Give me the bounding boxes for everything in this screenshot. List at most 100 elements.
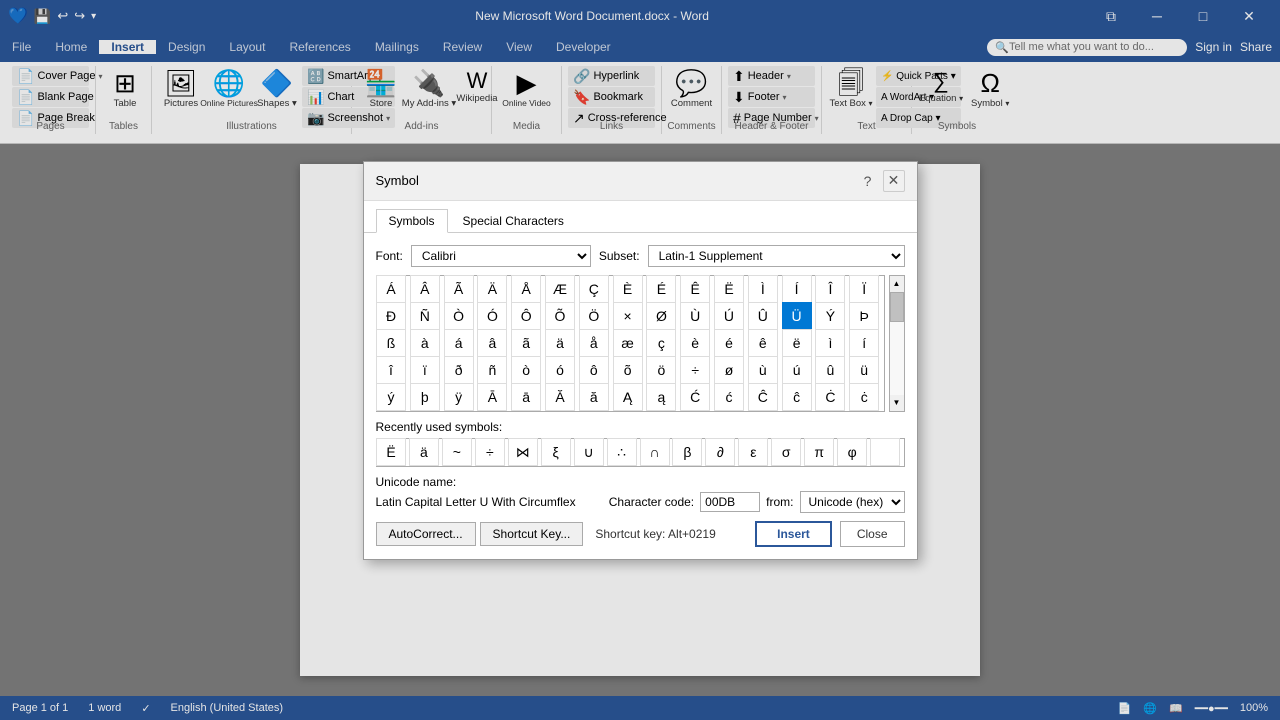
- symbol-cell[interactable]: Ă: [545, 383, 575, 411]
- font-select[interactable]: Calibri: [411, 245, 591, 267]
- symbol-cell[interactable]: Å: [511, 275, 541, 303]
- symbol-cell[interactable]: Ô: [511, 302, 541, 330]
- subset-select[interactable]: Latin-1 Supplement: [648, 245, 905, 267]
- recent-symbol-cell[interactable]: φ: [837, 438, 867, 466]
- symbol-cell[interactable]: Ï: [849, 275, 879, 303]
- symbol-cell[interactable]: è: [680, 329, 710, 357]
- symbol-cell[interactable]: ù: [748, 356, 778, 384]
- symbol-cell[interactable]: ô: [579, 356, 609, 384]
- recent-symbol-cell[interactable]: Ë: [376, 438, 406, 466]
- symbol-cell[interactable]: ü: [849, 356, 879, 384]
- tab-symbols[interactable]: Symbols: [376, 209, 448, 233]
- symbol-cell[interactable]: Ð: [376, 302, 406, 330]
- symbol-cell[interactable]: ý: [376, 383, 406, 411]
- symbol-cell[interactable]: Ë: [714, 275, 744, 303]
- symbol-cell[interactable]: Ø: [646, 302, 676, 330]
- symbol-cell[interactable]: Â: [410, 275, 440, 303]
- symbol-cell[interactable]: Á: [376, 275, 406, 303]
- symbol-cell[interactable]: ×: [613, 302, 643, 330]
- symbol-cell[interactable]: Ä: [477, 275, 507, 303]
- recent-symbol-cell[interactable]: ⋈: [508, 438, 538, 466]
- symbol-cell[interactable]: Û: [748, 302, 778, 330]
- symbol-cell[interactable]: ā: [511, 383, 541, 411]
- symbol-cell[interactable]: Ü: [782, 302, 812, 330]
- recent-symbol-cell[interactable]: ∩: [640, 438, 670, 466]
- recent-symbol-cell[interactable]: ∪: [574, 438, 604, 466]
- symbol-cell[interactable]: å: [579, 329, 609, 357]
- symbol-cell[interactable]: à: [410, 329, 440, 357]
- symbol-cell[interactable]: ä: [545, 329, 575, 357]
- symbol-cell[interactable]: ß: [376, 329, 406, 357]
- symbol-cell[interactable]: ñ: [477, 356, 507, 384]
- modal-close-btn[interactable]: ✕: [883, 170, 905, 192]
- symbol-cell[interactable]: ã: [511, 329, 541, 357]
- symbol-cell[interactable]: É: [646, 275, 676, 303]
- symbol-cell[interactable]: é: [714, 329, 744, 357]
- symbol-cell[interactable]: ö: [646, 356, 676, 384]
- symbol-cell[interactable]: á: [444, 329, 474, 357]
- symbol-cell[interactable]: Î: [815, 275, 845, 303]
- symbol-cell[interactable]: ċ: [849, 383, 879, 411]
- symbol-cell[interactable]: Ú: [714, 302, 744, 330]
- symbol-cell[interactable]: æ: [613, 329, 643, 357]
- close-modal-btn[interactable]: Close: [840, 521, 905, 547]
- symbol-cell[interactable]: û: [815, 356, 845, 384]
- tab-special-chars[interactable]: Special Characters: [450, 209, 577, 232]
- from-select[interactable]: Unicode (hex): [800, 491, 905, 513]
- scrollbar-up-btn[interactable]: ▲: [890, 276, 904, 292]
- symbol-cell[interactable]: ì: [815, 329, 845, 357]
- recent-symbol-cell[interactable]: π: [804, 438, 834, 466]
- recent-symbol-cell[interactable]: ε: [738, 438, 768, 466]
- recent-symbol-cell[interactable]: ∴: [607, 438, 637, 466]
- symbol-cell[interactable]: ø: [714, 356, 744, 384]
- symbol-cell[interactable]: È: [613, 275, 643, 303]
- symbol-cell[interactable]: ă: [579, 383, 609, 411]
- symbol-cell[interactable]: ć: [714, 383, 744, 411]
- symbol-cell[interactable]: õ: [613, 356, 643, 384]
- symbol-cell[interactable]: ą: [646, 383, 676, 411]
- symbol-cell[interactable]: Ù: [680, 302, 710, 330]
- symbol-cell[interactable]: Ć: [680, 383, 710, 411]
- symbol-cell[interactable]: ï: [410, 356, 440, 384]
- recent-symbol-cell[interactable]: ä: [409, 438, 439, 466]
- recent-symbol-cell[interactable]: ÷: [475, 438, 505, 466]
- symbol-cell[interactable]: Ý: [815, 302, 845, 330]
- symbol-cell[interactable]: Æ: [545, 275, 575, 303]
- recent-symbol-cell[interactable]: σ: [771, 438, 801, 466]
- symbol-cell[interactable]: Ā: [477, 383, 507, 411]
- recent-symbol-cell[interactable]: β: [672, 438, 702, 466]
- symbol-cell[interactable]: Ą: [613, 383, 643, 411]
- symbol-cell[interactable]: ê: [748, 329, 778, 357]
- symbol-cell[interactable]: â: [477, 329, 507, 357]
- scrollbar-down-btn[interactable]: ▼: [890, 395, 904, 411]
- char-code-input[interactable]: [700, 492, 760, 512]
- symbol-cell[interactable]: Ç: [579, 275, 609, 303]
- modal-help-btn[interactable]: ?: [857, 170, 879, 192]
- symbol-cell[interactable]: ë: [782, 329, 812, 357]
- scrollbar-thumb[interactable]: [890, 292, 904, 322]
- symbol-cell[interactable]: ú: [782, 356, 812, 384]
- symbol-cell[interactable]: Þ: [849, 302, 879, 330]
- symbol-cell[interactable]: î: [376, 356, 406, 384]
- insert-btn[interactable]: Insert: [755, 521, 832, 547]
- symbol-cell[interactable]: ò: [511, 356, 541, 384]
- recent-symbol-cell[interactable]: [870, 438, 900, 466]
- shortcut-key-btn[interactable]: Shortcut Key...: [480, 522, 584, 546]
- autocorrect-btn[interactable]: AutoCorrect...: [376, 522, 476, 546]
- symbol-cell[interactable]: Ó: [477, 302, 507, 330]
- symbol-cell[interactable]: ð: [444, 356, 474, 384]
- symbol-cell[interactable]: Ê: [680, 275, 710, 303]
- recent-symbol-cell[interactable]: ξ: [541, 438, 571, 466]
- symbol-cell[interactable]: í: [849, 329, 879, 357]
- symbol-cell[interactable]: Ñ: [410, 302, 440, 330]
- recent-symbol-cell[interactable]: ~: [442, 438, 472, 466]
- symbol-cell[interactable]: Í: [782, 275, 812, 303]
- symbol-cell[interactable]: þ: [410, 383, 440, 411]
- symbol-cell[interactable]: ó: [545, 356, 575, 384]
- symbol-cell[interactable]: Ò: [444, 302, 474, 330]
- symbol-cell[interactable]: Õ: [545, 302, 575, 330]
- recent-symbol-cell[interactable]: ∂: [705, 438, 735, 466]
- symbol-cell[interactable]: Ċ: [815, 383, 845, 411]
- symbol-cell[interactable]: Ì: [748, 275, 778, 303]
- symbol-cell[interactable]: Ã: [444, 275, 474, 303]
